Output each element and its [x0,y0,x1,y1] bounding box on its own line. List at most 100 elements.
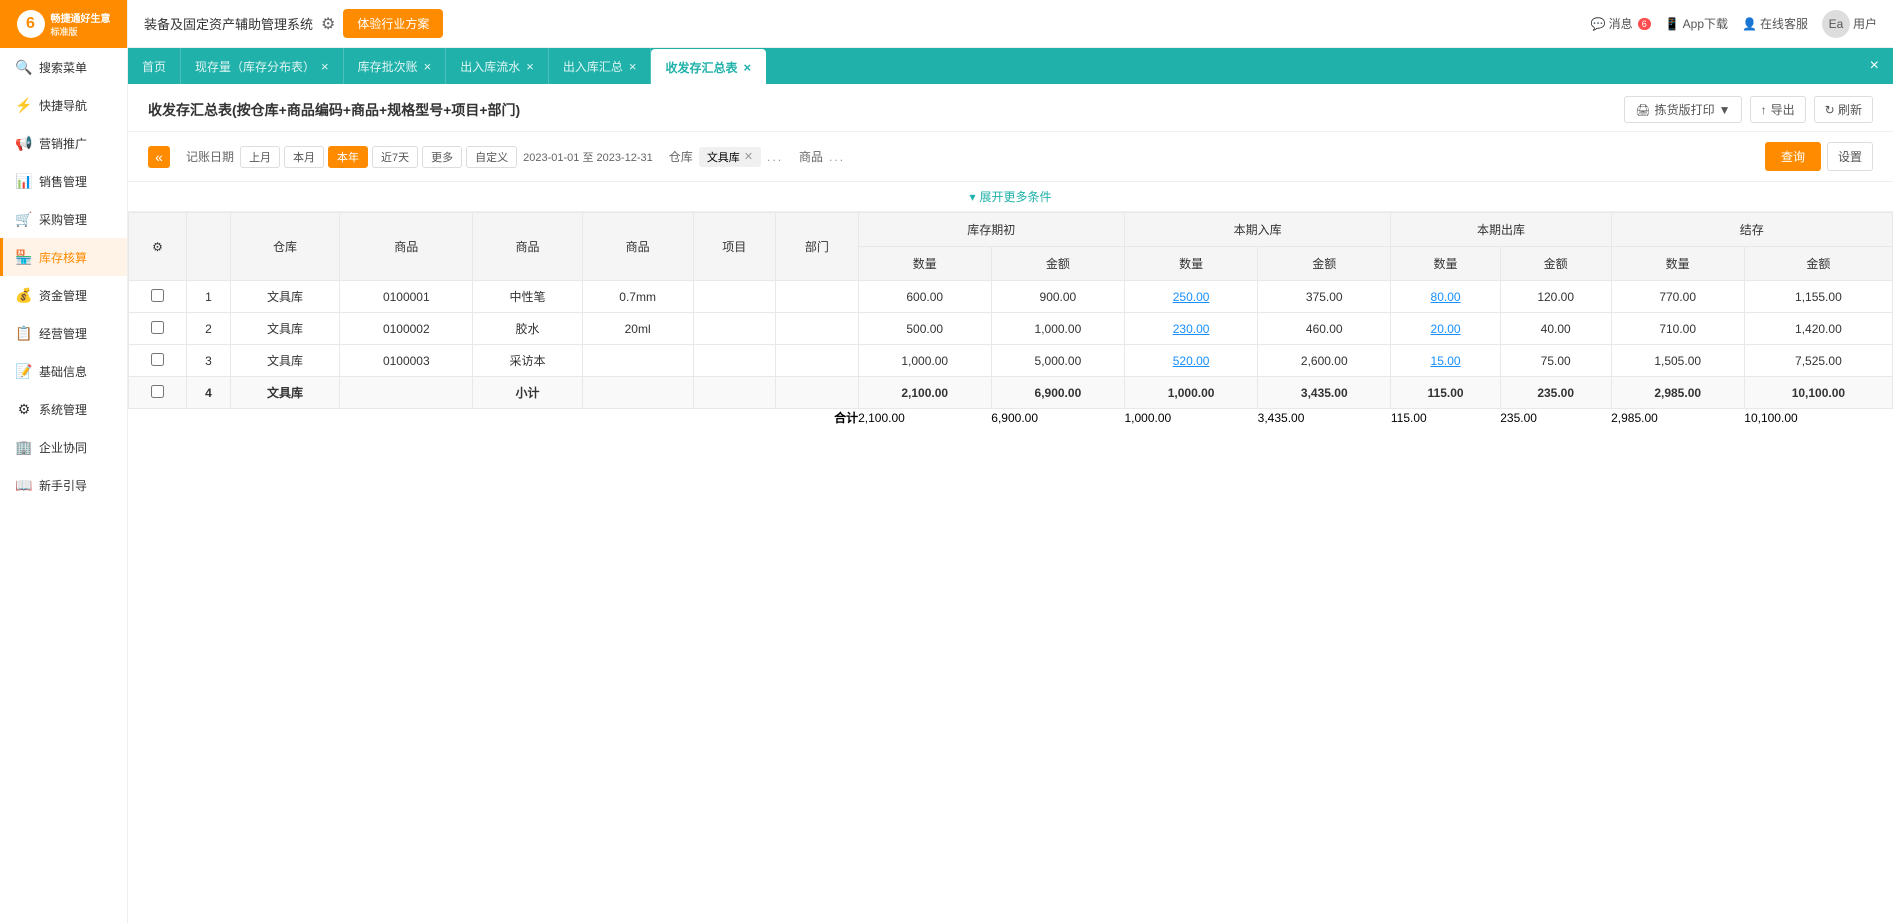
row-begin-amount-3: 6,900.00 [991,377,1124,409]
row-in-qty-0[interactable]: 250.00 [1124,281,1257,313]
app-download-btn[interactable]: 📱 App下载 [1665,15,1728,32]
sidebar-item-quick-nav[interactable]: ⚡ 快捷导航 [0,86,127,124]
sidebar-label-inventory: 库存核算 [39,249,87,266]
collapse-btn[interactable]: « [148,146,170,168]
sidebar-label-system: 系统管理 [39,401,87,418]
topbar-right: 💬 消息 6 📱 App下载 👤 在线客服 Ea 用户 [1591,10,1877,38]
app-name: 畅捷通好生意 [51,10,111,25]
tab-close-in-out-summary[interactable]: × [629,59,637,74]
sidebar-item-sales[interactable]: 📊 销售管理 [0,162,127,200]
tab-label-home: 首页 [142,58,166,75]
export-btn[interactable]: ↑ 导出 [1750,96,1806,123]
total-out-amount: 235.00 [1500,409,1611,427]
refresh-btn[interactable]: ↻ 刷新 [1814,96,1873,123]
tab-inventory-dist[interactable]: 现存量（库存分布表）× [181,48,344,84]
tab-close-in-out-flow[interactable]: × [526,59,534,74]
phone-icon: 📱 [1665,17,1680,31]
total-begin-qty: 2,100.00 [858,409,991,427]
row-in-qty-1[interactable]: 230.00 [1124,313,1257,345]
col-goods-name: 商品 [473,213,582,281]
col-out-qty: 数量 [1391,247,1500,281]
row-department-0 [776,281,859,313]
sidebar-item-marketing[interactable]: 📢 营销推广 [0,124,127,162]
tab-close-recv-send-summary[interactable]: × [743,60,751,75]
tab-recv-send-summary[interactable]: 收发存汇总表× [651,49,766,84]
col-in-amount: 金额 [1258,247,1391,281]
sidebar-item-inventory[interactable]: 🏪 库存核算 [0,238,127,276]
filter-settings-btn[interactable]: 设置 [1827,142,1873,171]
warehouse-more[interactable]: ... [767,150,783,164]
query-btn[interactable]: 查询 [1765,142,1821,171]
date-range: 2023-01-01 至 2023-12-31 [523,149,653,165]
date-btn-本月[interactable]: 本月 [284,146,324,168]
sidebar-label-marketing: 营销推广 [39,135,87,152]
row-goods-code-3 [340,377,473,409]
date-btn-近7天[interactable]: 近7天 [372,146,418,168]
row-out-qty-2[interactable]: 15.00 [1391,345,1500,377]
col-period-in: 本期入库 [1124,213,1390,247]
content-area: 收发存汇总表(按仓库+商品编码+商品+规格型号+项目+部门) 🖨 拣货版打印 ▼… [128,84,1893,923]
row-checkbox-3[interactable] [129,377,187,409]
tab-batch-ledger[interactable]: 库存批次账× [344,48,447,84]
sidebar-item-purchase[interactable]: 🛒 采购管理 [0,200,127,238]
warehouse-tag-close[interactable]: ✕ [744,150,753,163]
row-out-qty-1[interactable]: 20.00 [1391,313,1500,345]
print-btn[interactable]: 🖨 拣货版打印 ▼ [1624,96,1741,123]
chevron-down-icon: ▼ [1719,103,1731,117]
sidebar-item-basic-info[interactable]: 📝 基础信息 [0,352,127,390]
row-out-qty-0[interactable]: 80.00 [1391,281,1500,313]
row-bal-qty-1: 710.00 [1611,313,1744,345]
sidebar-icon-purchase: 🛒 [15,210,33,228]
user-area[interactable]: Ea 用户 [1822,10,1877,38]
tab-in-out-summary[interactable]: 出入库汇总× [549,48,652,84]
row-checkbox-2[interactable] [129,345,187,377]
sidebar-item-guide[interactable]: 📖 新手引导 [0,466,127,504]
message-btn[interactable]: 💬 消息 6 [1591,15,1651,32]
collapse-icon: « [155,149,163,165]
warehouse-label: 仓库 [669,148,693,165]
settings-icon[interactable]: ⚙ [321,14,335,34]
tab-close-batch-ledger[interactable]: × [424,59,432,74]
row-checkbox-0[interactable] [129,281,187,313]
expand-conditions-btn[interactable]: ▾ 展开更多条件 [128,182,1893,212]
row-checkbox-1[interactable] [129,313,187,345]
online-service-btn[interactable]: 👤 在线客服 [1742,15,1808,32]
warehouse-tag[interactable]: 文具库 ✕ [699,147,761,167]
date-filter-group: 记账日期 上月本月本年近7天更多自定义 2023-01-01 至 2023-12… [186,146,653,168]
date-btn-自定义[interactable]: 自定义 [466,146,517,168]
row-project-3 [693,377,776,409]
sidebar-icon-guide: 📖 [15,476,33,494]
row-in-qty-2[interactable]: 520.00 [1124,345,1257,377]
avatar-text: Ea [1829,17,1844,31]
tabbar-close-all[interactable]: × [1856,57,1893,75]
tab-in-out-flow[interactable]: 出入库流水× [446,48,549,84]
row-warehouse-2: 文具库 [230,345,339,377]
col-settings-icon[interactable]: ⚙ [152,240,163,254]
col-department: 部门 [776,213,859,281]
tab-close-inventory-dist[interactable]: × [321,59,329,74]
page: 收发存汇总表(按仓库+商品编码+商品+规格型号+项目+部门) 🖨 拣货版打印 ▼… [128,84,1893,923]
sidebar-icon-marketing: 📢 [15,134,33,152]
col-settings[interactable]: ⚙ [129,213,187,281]
sidebar-item-system[interactable]: ⚙ 系统管理 [0,390,127,428]
date-btn-上月[interactable]: 上月 [240,146,280,168]
sidebar-icon-enterprise: 🏢 [15,438,33,456]
row-bal-qty-3: 2,985.00 [1611,377,1744,409]
topbar-left: 装备及固定资产辅助管理系统 ⚙ 体验行业方案 [144,9,443,38]
goods-more[interactable]: ... [829,150,845,164]
date-btn-本年[interactable]: 本年 [328,146,368,168]
row-bal-qty-0: 770.00 [1611,281,1744,313]
sidebar-item-enterprise[interactable]: 🏢 企业协同 [0,428,127,466]
sidebar-item-finance[interactable]: 💰 资金管理 [0,276,127,314]
sidebar-item-search[interactable]: 🔍 搜索菜单 [0,48,127,86]
sidebar-item-operations[interactable]: 📋 经营管理 [0,314,127,352]
trial-btn[interactable]: 体验行业方案 [343,9,443,38]
message-badge: 6 [1638,18,1651,30]
row-out-amount-3: 235.00 [1500,377,1611,409]
row-warehouse-0: 文具库 [230,281,339,313]
sidebar: 6 畅捷通好生意 标准版 🔍 搜索菜单 ⚡ 快捷导航 📢 营销推广 📊 销售管理… [0,0,128,923]
sidebar-label-quick-nav: 快捷导航 [39,97,87,114]
tab-home[interactable]: 首页 [128,48,181,84]
date-btn-更多[interactable]: 更多 [422,146,462,168]
total-bal-qty: 2,985.00 [1611,409,1744,427]
